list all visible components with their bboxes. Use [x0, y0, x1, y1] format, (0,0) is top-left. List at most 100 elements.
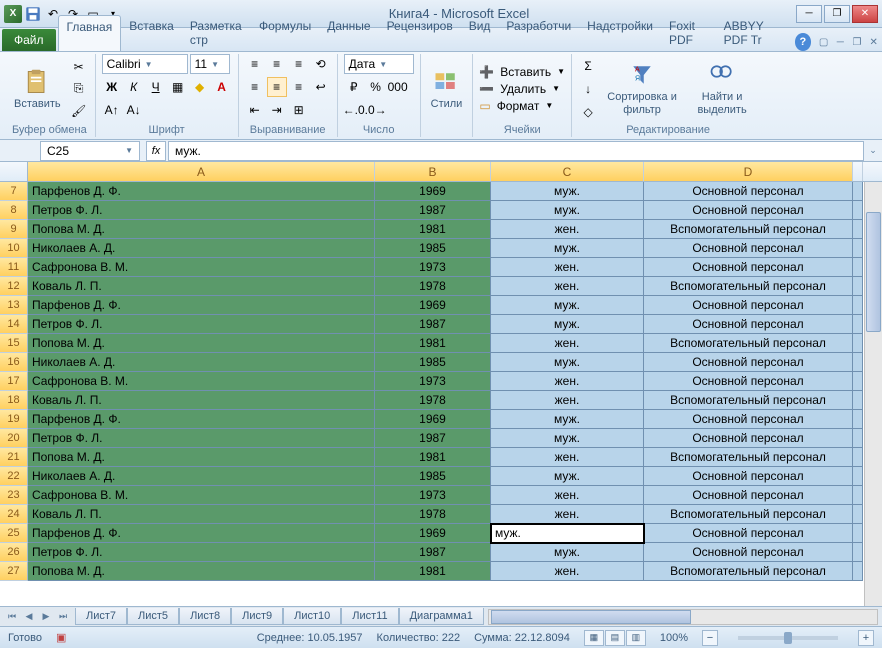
cell-E8[interactable] — [853, 201, 863, 220]
cell-B24[interactable]: 1978 — [375, 505, 491, 524]
save-icon[interactable] — [24, 5, 42, 23]
doc-restore-icon[interactable]: ❐ — [849, 33, 866, 51]
cell-D14[interactable]: Основной персонал — [644, 315, 853, 334]
row-header[interactable]: 10 — [0, 239, 28, 258]
ribbon-tab-8[interactable]: Надстройки — [579, 15, 661, 51]
close-button[interactable]: ✕ — [852, 5, 878, 23]
row-header[interactable]: 18 — [0, 391, 28, 410]
row-header[interactable]: 8 — [0, 201, 28, 220]
vscroll-thumb[interactable] — [866, 212, 881, 332]
cell-B27[interactable]: 1981 — [375, 562, 491, 581]
number-format-combo[interactable]: Дата▼ — [344, 54, 414, 74]
row-header[interactable]: 16 — [0, 353, 28, 372]
sheet-nav-prev-icon[interactable]: ◀ — [21, 609, 37, 625]
row-header[interactable]: 27 — [0, 562, 28, 581]
cell-D8[interactable]: Основной персонал — [644, 201, 853, 220]
cell-A12[interactable]: Коваль Л. П. — [28, 277, 375, 296]
cell-C8[interactable]: муж. — [491, 201, 644, 220]
find-select-button[interactable]: Найти и выделить — [686, 59, 758, 117]
font-size-combo[interactable]: 11▼ — [190, 54, 230, 74]
format-painter-icon[interactable]: 🖌 — [69, 101, 89, 121]
col-header-D[interactable]: D — [644, 162, 853, 181]
cell-D17[interactable]: Основной персонал — [644, 372, 853, 391]
sheet-tab[interactable]: Лист9 — [231, 608, 283, 625]
cell-E11[interactable] — [853, 258, 863, 277]
ribbon-tab-9[interactable]: Foxit PDF — [661, 15, 716, 51]
cell-C27[interactable]: жен. — [491, 562, 644, 581]
cell-C21[interactable]: жен. — [491, 448, 644, 467]
shrink-font-icon[interactable]: A↓ — [124, 100, 144, 120]
ribbon-tab-4[interactable]: Данные — [319, 15, 378, 51]
cell-D24[interactable]: Вспомогательный персонал — [644, 505, 853, 524]
cell-A23[interactable]: Сафронова В. М. — [28, 486, 375, 505]
cell-C24[interactable]: жен. — [491, 505, 644, 524]
cell-E26[interactable] — [853, 543, 863, 562]
align-left-icon[interactable]: ≡ — [245, 77, 265, 97]
cell-D27[interactable]: Вспомогательный персонал — [644, 562, 853, 581]
cell-D12[interactable]: Вспомогательный персонал — [644, 277, 853, 296]
comma-icon[interactable]: 000 — [388, 77, 408, 97]
row-header[interactable]: 11 — [0, 258, 28, 277]
cell-D9[interactable]: Вспомогательный персонал — [644, 220, 853, 239]
expand-formula-icon[interactable]: ⌄ — [864, 145, 882, 156]
sheet-tab[interactable]: Лист7 — [75, 608, 127, 625]
cell-A8[interactable]: Петров Ф. Л. — [28, 201, 375, 220]
percent-icon[interactable]: % — [366, 77, 386, 97]
cell-A7[interactable]: Парфенов Д. Ф. — [28, 182, 375, 201]
cell-C25[interactable]: муж. — [491, 524, 644, 543]
cell-E24[interactable] — [853, 505, 863, 524]
clear-icon[interactable]: ◇ — [578, 102, 598, 122]
row-header[interactable]: 14 — [0, 315, 28, 334]
cell-D26[interactable]: Основной персонал — [644, 543, 853, 562]
border-icon[interactable]: ▦ — [168, 77, 188, 97]
cell-A10[interactable]: Николаев А. Д. — [28, 239, 375, 258]
cell-D11[interactable]: Основной персонал — [644, 258, 853, 277]
sheet-nav-last-icon[interactable]: ⏭ — [55, 609, 71, 625]
cell-B14[interactable]: 1987 — [375, 315, 491, 334]
cell-A16[interactable]: Николаев А. Д. — [28, 353, 375, 372]
cell-C10[interactable]: муж. — [491, 239, 644, 258]
row-header[interactable]: 19 — [0, 410, 28, 429]
cell-B15[interactable]: 1981 — [375, 334, 491, 353]
cell-A25[interactable]: Парфенов Д. Ф. — [28, 524, 375, 543]
sheet-tab[interactable]: Лист5 — [127, 608, 179, 625]
cell-E9[interactable] — [853, 220, 863, 239]
styles-button[interactable]: Стили — [427, 66, 467, 112]
cell-D22[interactable]: Основной персонал — [644, 467, 853, 486]
fx-icon[interactable]: fx — [146, 141, 166, 161]
cell-C18[interactable]: жен. — [491, 391, 644, 410]
ribbon-tab-1[interactable]: Вставка — [121, 15, 182, 51]
fill-color-icon[interactable]: ◆ — [190, 77, 210, 97]
cell-B20[interactable]: 1987 — [375, 429, 491, 448]
row-header[interactable]: 7 — [0, 182, 28, 201]
cell-C16[interactable]: муж. — [491, 353, 644, 372]
row-header[interactable]: 22 — [0, 467, 28, 486]
cell-B16[interactable]: 1985 — [375, 353, 491, 372]
align-middle-icon[interactable]: ≡ — [267, 54, 287, 74]
cell-A18[interactable]: Коваль Л. П. — [28, 391, 375, 410]
paste-button[interactable]: Вставить — [10, 66, 65, 112]
cell-A24[interactable]: Коваль Л. П. — [28, 505, 375, 524]
cell-D18[interactable]: Вспомогательный персонал — [644, 391, 853, 410]
cell-C15[interactable]: жен. — [491, 334, 644, 353]
cell-A21[interactable]: Попова М. Д. — [28, 448, 375, 467]
ribbon-tab-2[interactable]: Разметка стр — [182, 15, 251, 51]
cell-B22[interactable]: 1985 — [375, 467, 491, 486]
cell-E13[interactable] — [853, 296, 863, 315]
row-header[interactable]: 15 — [0, 334, 28, 353]
increase-indent-icon[interactable]: ⇥ — [267, 100, 287, 120]
cell-E16[interactable] — [853, 353, 863, 372]
file-tab[interactable]: Файл — [2, 29, 56, 51]
cell-A26[interactable]: Петров Ф. Л. — [28, 543, 375, 562]
cell-C7[interactable]: муж. — [491, 182, 644, 201]
align-top-icon[interactable]: ≡ — [245, 54, 265, 74]
row-header[interactable]: 23 — [0, 486, 28, 505]
cell-B17[interactable]: 1973 — [375, 372, 491, 391]
cell-B13[interactable]: 1969 — [375, 296, 491, 315]
row-header[interactable]: 26 — [0, 543, 28, 562]
bold-icon[interactable]: Ж — [102, 77, 122, 97]
zoom-slider[interactable] — [738, 636, 838, 640]
row-header[interactable]: 21 — [0, 448, 28, 467]
name-box[interactable]: C25▼ — [40, 141, 140, 161]
col-header-B[interactable]: B — [375, 162, 491, 181]
